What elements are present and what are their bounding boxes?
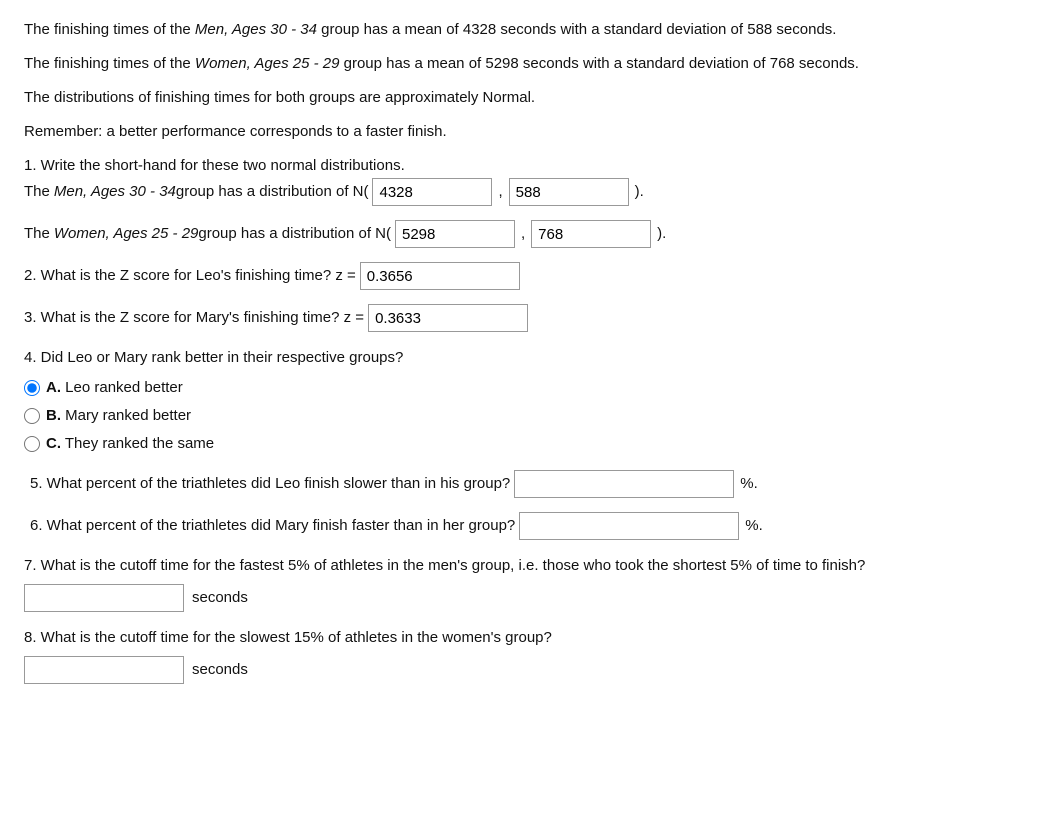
paragraph-4: Remember: a better performance correspon… bbox=[24, 120, 1027, 144]
q4-option-a[interactable]: A. Leo ranked better bbox=[24, 376, 1027, 400]
question-1: 1. Write the short-hand for these two no… bbox=[24, 154, 1027, 248]
q1-men-row: The Men, Ages 30 - 34 group has a distri… bbox=[24, 178, 1027, 206]
q1-men-italic: Men, Ages 30 - 34 bbox=[54, 180, 176, 204]
q7-label: 7. What is the cutoff time for the faste… bbox=[24, 554, 1027, 578]
p1-italic: Men, Ages 30 - 34 bbox=[195, 21, 317, 38]
p1-rest: group has a mean of 4328 seconds with a … bbox=[317, 21, 837, 38]
p2-italic: Women, Ages 25 - 29 bbox=[195, 55, 340, 72]
q8-input-row: seconds bbox=[24, 656, 1027, 684]
q1-men-close: ). bbox=[635, 180, 644, 204]
q6-suffix: %. bbox=[745, 514, 763, 538]
q1-women-input2[interactable] bbox=[531, 220, 651, 248]
question-3: 3. What is the Z score for Mary's finish… bbox=[24, 304, 1027, 332]
q7-input-row: seconds bbox=[24, 584, 1027, 612]
question-5: 5. What percent of the triathletes did L… bbox=[24, 470, 1027, 498]
q7-suffix: seconds bbox=[192, 586, 248, 610]
paragraph-3: The distributions of finishing times for… bbox=[24, 86, 1027, 110]
q4-radio-a[interactable] bbox=[24, 380, 40, 396]
q1-men-comma: , bbox=[498, 180, 502, 204]
q6-label: 6. What percent of the triathletes did M… bbox=[30, 514, 515, 538]
q5-suffix: %. bbox=[740, 472, 758, 496]
q1-women-prefix: The bbox=[24, 222, 50, 246]
q1-men-input1[interactable] bbox=[372, 178, 492, 206]
q1-women-input1[interactable] bbox=[395, 220, 515, 248]
q7-input[interactable] bbox=[24, 584, 184, 612]
q2-input[interactable] bbox=[360, 262, 520, 290]
p2-rest: group has a mean of 5298 seconds with a … bbox=[339, 55, 859, 72]
q1-men-input2[interactable] bbox=[509, 178, 629, 206]
question-7: 7. What is the cutoff time for the faste… bbox=[24, 554, 1027, 612]
q5-label: 5. What percent of the triathletes did L… bbox=[30, 472, 510, 496]
q1-women-row: The Women, Ages 25 - 29 group has a dist… bbox=[24, 220, 1027, 248]
q8-input[interactable] bbox=[24, 656, 184, 684]
q1-women-italic: Women, Ages 25 - 29 bbox=[54, 222, 199, 246]
question-8: 8. What is the cutoff time for the slowe… bbox=[24, 626, 1027, 684]
q3-label: 3. What is the Z score for Mary's finish… bbox=[24, 306, 364, 330]
q1-men-suffix: group has a distribution of N( bbox=[176, 180, 369, 204]
q4-label-b[interactable]: B. Mary ranked better bbox=[46, 404, 191, 428]
q8-suffix: seconds bbox=[192, 658, 248, 682]
question-6: 6. What percent of the triathletes did M… bbox=[24, 512, 1027, 540]
paragraph-1: The finishing times of the Men, Ages 30 … bbox=[24, 18, 1027, 42]
paragraph-2: The finishing times of the Women, Ages 2… bbox=[24, 52, 1027, 76]
q4-label-c[interactable]: C. They ranked the same bbox=[46, 432, 214, 456]
q4-label: 4. Did Leo or Mary rank better in their … bbox=[24, 346, 1027, 370]
q4-radio-group: A. Leo ranked better B. Mary ranked bett… bbox=[24, 376, 1027, 456]
q4-radio-b[interactable] bbox=[24, 408, 40, 424]
q4-label-a[interactable]: A. Leo ranked better bbox=[46, 376, 183, 400]
q4-option-b[interactable]: B. Mary ranked better bbox=[24, 404, 1027, 428]
q6-input[interactable] bbox=[519, 512, 739, 540]
q3-input[interactable] bbox=[368, 304, 528, 332]
q4-radio-c[interactable] bbox=[24, 436, 40, 452]
question-2: 2. What is the Z score for Leo's finishi… bbox=[24, 262, 1027, 290]
q2-label: 2. What is the Z score for Leo's finishi… bbox=[24, 264, 356, 288]
p2-text: The finishing times of the bbox=[24, 55, 195, 72]
p1-text: The finishing times of the bbox=[24, 21, 195, 38]
q1-women-close: ). bbox=[657, 222, 666, 246]
q1-women-comma: , bbox=[521, 222, 525, 246]
q4-option-c[interactable]: C. They ranked the same bbox=[24, 432, 1027, 456]
q5-input[interactable] bbox=[514, 470, 734, 498]
question-4: 4. Did Leo or Mary rank better in their … bbox=[24, 346, 1027, 456]
q1-men-prefix: The bbox=[24, 180, 50, 204]
q1-women-suffix: group has a distribution of N( bbox=[198, 222, 391, 246]
q8-label: 8. What is the cutoff time for the slowe… bbox=[24, 626, 1027, 650]
q1-label: 1. Write the short-hand for these two no… bbox=[24, 154, 1027, 178]
